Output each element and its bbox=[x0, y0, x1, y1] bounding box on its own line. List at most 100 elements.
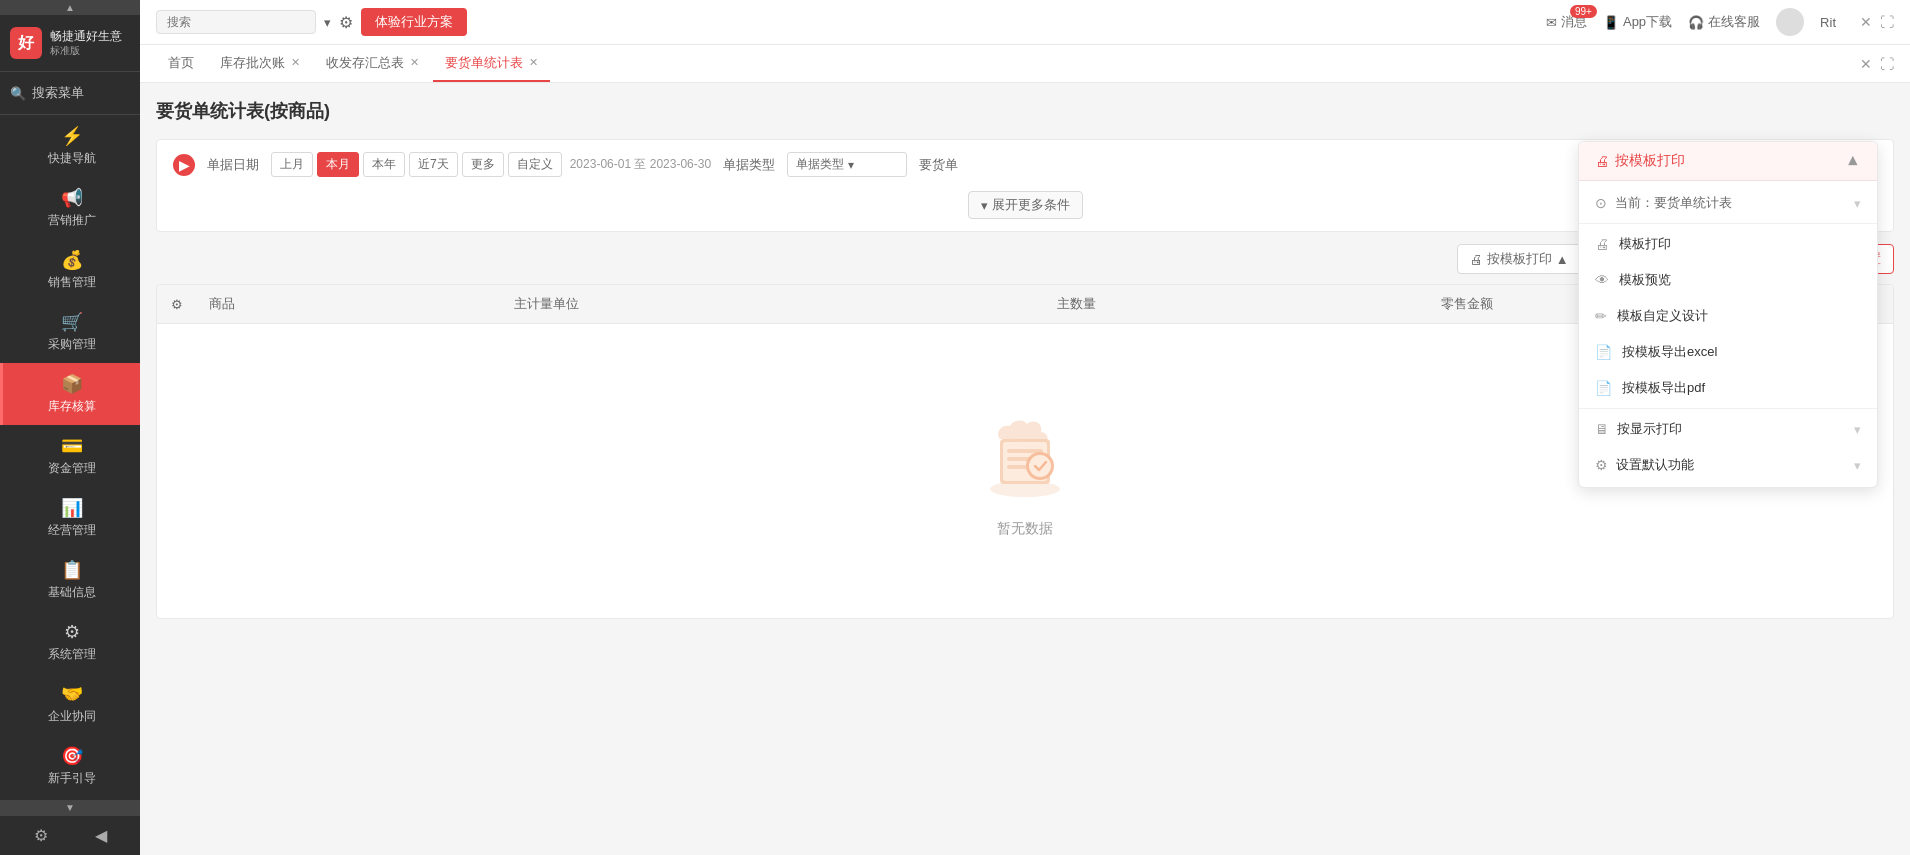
sidebar-item-purchase[interactable]: 🛒 采购管理 bbox=[0, 301, 140, 363]
doc-type-label: 单据类型 bbox=[723, 156, 775, 174]
sidebar-item-inventory[interactable]: 📦 库存核算 bbox=[0, 363, 140, 425]
sidebar-navigation: ⚡ 快捷导航 📢 营销推广 💰 销售管理 🛒 采购管理 📦 库存核算 💳 资金管… bbox=[0, 115, 140, 800]
content-inner: 要货单统计表(按商品) ▶ 单据日期 上月 本月 本年 近7天 更多 自定义 2… bbox=[156, 99, 1894, 619]
col-header-unit: 主计量单位 bbox=[502, 285, 1045, 324]
template-excel-item[interactable]: 📄 按模板导出excel bbox=[1579, 334, 1877, 370]
sales-icon: 💰 bbox=[61, 249, 83, 271]
sidebar: ▲ 好 畅捷通好生意 标准版 🔍 搜索菜单 ⚡ 快捷导航 📢 营销推广 💰 销售… bbox=[0, 0, 140, 855]
date-btn-custom[interactable]: 自定义 bbox=[508, 152, 562, 177]
search-menu-button[interactable]: 🔍 搜索菜单 bbox=[10, 80, 130, 106]
search-input[interactable] bbox=[156, 10, 316, 34]
col-header-product: 商品 bbox=[197, 285, 502, 324]
current-template-item[interactable]: ⊙ 当前：要货单统计表 ▾ bbox=[1579, 185, 1877, 221]
logo-icon: 好 bbox=[10, 27, 42, 59]
tab-receipt-summary[interactable]: 收发存汇总表 ✕ bbox=[314, 46, 431, 82]
sidebar-item-system[interactable]: ⚙ 系统管理 bbox=[0, 611, 140, 673]
col-header-settings[interactable]: ⚙ bbox=[157, 285, 197, 324]
col-header-quantity: 主数量 bbox=[1045, 285, 1429, 324]
search-icon: 🔍 bbox=[10, 86, 26, 101]
finance-icon: 💳 bbox=[61, 435, 83, 457]
messages-badge: 99+ bbox=[1570, 5, 1597, 18]
svg-rect-5 bbox=[1007, 465, 1027, 469]
set-default-item[interactable]: ⚙ 设置默认功能 ▾ bbox=[1579, 447, 1877, 483]
print-dropdown-header: 🖨 按模板打印 ▼ bbox=[1579, 142, 1877, 181]
display-print-item[interactable]: 🖥 按显示打印 ▾ bbox=[1579, 411, 1877, 447]
template-print-item[interactable]: 🖨 模板打印 bbox=[1579, 226, 1877, 262]
set-default-arrow: ▾ bbox=[1854, 458, 1861, 473]
date-btn-more[interactable]: 更多 bbox=[462, 152, 504, 177]
sidebar-item-guide[interactable]: 🎯 新手引导 bbox=[0, 735, 140, 797]
sidebar-bottom: ⚙ ◀ bbox=[0, 815, 140, 855]
sidebar-scroll-down[interactable]: ▼ bbox=[0, 800, 140, 815]
online-support-button[interactable]: 🎧 在线客服 bbox=[1688, 13, 1760, 31]
window-controls: ✕ ⛶ bbox=[1860, 14, 1894, 30]
doc-type-select[interactable]: 单据类型 ▾ bbox=[787, 152, 907, 177]
sidebar-scroll-up[interactable]: ▲ bbox=[0, 0, 140, 15]
print-button[interactable]: 🖨 按模板打印 ▲ bbox=[1457, 244, 1582, 274]
download-icon: 📱 bbox=[1603, 15, 1619, 30]
sidebar-search-area[interactable]: 🔍 搜索菜单 bbox=[0, 72, 140, 115]
system-icon: ⚙ bbox=[64, 621, 80, 643]
messages-button[interactable]: ✉ 消息 99+ bbox=[1546, 13, 1587, 31]
date-filter-label: 单据日期 bbox=[207, 156, 259, 174]
sidebar-item-operations[interactable]: 📊 经营管理 bbox=[0, 487, 140, 549]
sidebar-item-quick-nav[interactable]: ⚡ 快捷导航 bbox=[0, 115, 140, 177]
tab-close-order-stats[interactable]: ✕ bbox=[529, 56, 538, 69]
print-arrow-icon: ▲ bbox=[1556, 252, 1569, 267]
collapse-button[interactable]: ◀ bbox=[95, 826, 107, 845]
date-btn-last-month[interactable]: 上月 bbox=[271, 152, 313, 177]
set-default-icon: ⚙ bbox=[1595, 457, 1608, 473]
date-btn-this-year[interactable]: 本年 bbox=[363, 152, 405, 177]
user-avatar[interactable] bbox=[1776, 8, 1804, 36]
tab-close-receipt-summary[interactable]: ✕ bbox=[410, 56, 419, 69]
empty-text: 暂无数据 bbox=[997, 520, 1053, 538]
date-range-display: 2023-06-01 至 2023-06-30 bbox=[570, 156, 711, 173]
order-type-label: 要货单 bbox=[919, 156, 958, 174]
print-dropdown: 🖨 按模板打印 ▼ ⊙ 当前：要货单统计表 ▾ bbox=[1578, 141, 1878, 488]
template-custom-item[interactable]: ✏ 模板自定义设计 bbox=[1579, 298, 1877, 334]
expand-icon: ▾ bbox=[981, 198, 988, 213]
settings-button[interactable]: ⚙ bbox=[34, 826, 48, 845]
trial-button[interactable]: 体验行业方案 bbox=[361, 8, 467, 36]
print-dropdown-title: 🖨 按模板打印 bbox=[1595, 152, 1685, 170]
search-dropdown-icon[interactable]: ▾ bbox=[324, 15, 331, 30]
date-btn-this-month[interactable]: 本月 bbox=[317, 152, 359, 177]
template-preview-item[interactable]: 👁 模板预览 bbox=[1579, 262, 1877, 298]
sidebar-item-enterprise[interactable]: 🤝 企业协同 bbox=[0, 673, 140, 735]
gear-col-icon: ⚙ bbox=[171, 297, 183, 312]
template-pdf-item[interactable]: 📄 按模板导出pdf bbox=[1579, 370, 1877, 406]
tabs-bar: 首页 库存批次账 ✕ 收发存汇总表 ✕ 要货单统计表 ✕ ✕ ⛶ bbox=[140, 45, 1910, 83]
current-template-icon: ⊙ bbox=[1595, 195, 1607, 211]
filter-expand-icon[interactable]: ▶ bbox=[173, 154, 195, 176]
minimize-button[interactable]: ✕ bbox=[1860, 14, 1872, 30]
tab-expand-window[interactable]: ⛶ bbox=[1880, 56, 1894, 72]
topbar: ▾ ⚙ 体验行业方案 ✉ 消息 99+ 📱 App下载 🎧 在线客服 Rit ✕… bbox=[140, 0, 1910, 45]
tab-close-batch-accounts[interactable]: ✕ bbox=[291, 56, 300, 69]
sidebar-item-marketing[interactable]: 📢 营销推广 bbox=[0, 177, 140, 239]
quick-nav-icon: ⚡ bbox=[61, 125, 83, 147]
username-label: Rit bbox=[1820, 15, 1836, 30]
sidebar-item-basic[interactable]: 📋 基础信息 bbox=[0, 549, 140, 611]
expand-more-btn[interactable]: ▾ 展开更多条件 bbox=[968, 191, 1083, 219]
date-btn-7days[interactable]: 近7天 bbox=[409, 152, 458, 177]
app-download-button[interactable]: 📱 App下载 bbox=[1603, 13, 1672, 31]
maximize-button[interactable]: ⛶ bbox=[1880, 14, 1894, 30]
sidebar-item-sales[interactable]: 💰 销售管理 bbox=[0, 239, 140, 301]
template-preview-icon: 👁 bbox=[1595, 272, 1609, 288]
message-icon: ✉ bbox=[1546, 15, 1557, 30]
topbar-left: ▾ ⚙ 体验行业方案 bbox=[156, 8, 1534, 36]
topbar-gear-icon[interactable]: ⚙ bbox=[339, 13, 353, 32]
sidebar-item-finance[interactable]: 💳 资金管理 bbox=[0, 425, 140, 487]
app-name: 畅捷通好生意 标准版 bbox=[50, 28, 122, 59]
template-print-icon: 🖨 bbox=[1595, 236, 1609, 252]
tab-close-window[interactable]: ✕ bbox=[1860, 56, 1872, 72]
display-print-arrow: ▾ bbox=[1854, 422, 1861, 437]
doc-type-arrow: ▾ bbox=[848, 158, 854, 172]
purchase-icon: 🛒 bbox=[61, 311, 83, 333]
tab-order-stats[interactable]: 要货单统计表 ✕ bbox=[433, 46, 550, 82]
tab-batch-accounts[interactable]: 库存批次账 ✕ bbox=[208, 46, 312, 82]
print-dropdown-close[interactable]: ▼ bbox=[1845, 152, 1861, 170]
template-pdf-icon: 📄 bbox=[1595, 380, 1612, 396]
tab-home[interactable]: 首页 bbox=[156, 46, 206, 82]
app-logo: 好 畅捷通好生意 标准版 bbox=[0, 15, 140, 72]
